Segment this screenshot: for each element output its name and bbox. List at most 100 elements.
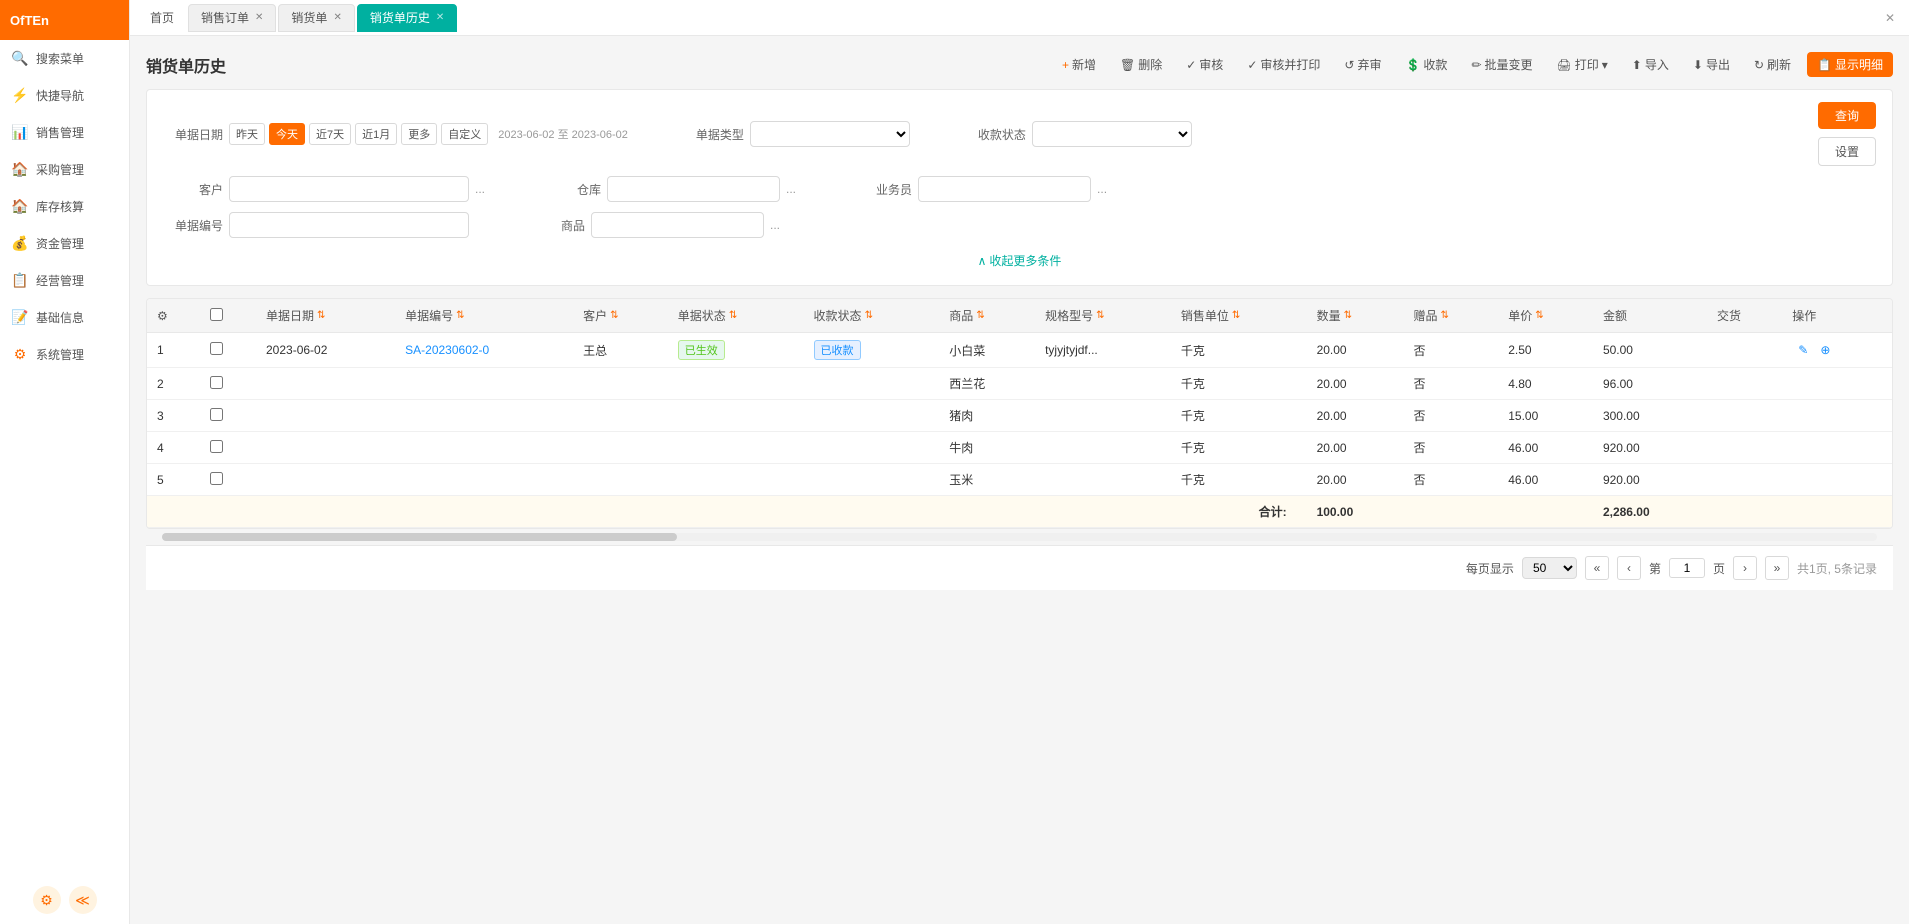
tab-close-icon[interactable]: ✕ [255, 12, 263, 23]
search-icon: 🔍 [12, 51, 28, 67]
tab-sales-history[interactable]: 销货单历史 ✕ [357, 4, 457, 32]
copy-op-btn[interactable]: ⊕ [1814, 341, 1836, 359]
delete-btn[interactable]: 🗑 删除 [1112, 52, 1170, 77]
td-gear: 2 [147, 368, 200, 400]
row-checkbox[interactable] [210, 472, 223, 485]
audit-print-btn[interactable]: ✓ 审核并打印 [1239, 52, 1328, 77]
date-btn-1month[interactable]: 近1月 [355, 123, 397, 145]
finance-icon: 💰 [12, 236, 28, 252]
gear-icon[interactable]: ⚙ [157, 309, 168, 323]
row-checkbox[interactable] [210, 408, 223, 421]
doc-no-input[interactable] [229, 212, 469, 238]
table-row: 5 玉米 千克 20.00 否 46.00 920.00 [147, 464, 1892, 496]
setting-btn[interactable]: 设置 [1818, 137, 1876, 166]
collect-btn[interactable]: 💲 收款 [1397, 52, 1455, 77]
edit-op-btn[interactable]: ✎ [1792, 341, 1814, 359]
abandon-btn[interactable]: ↺ 弃审 [1336, 52, 1389, 77]
td-qty: 20.00 [1307, 368, 1404, 400]
collapse-btn[interactable]: ∧ 收起更多条件 [163, 248, 1876, 273]
tab-close-icon[interactable]: ✕ [436, 12, 444, 23]
customer-input[interactable] [229, 176, 469, 202]
sidebar-item-inventory[interactable]: 🏠 库存核算 [0, 188, 129, 225]
page-number-input[interactable] [1669, 558, 1705, 578]
th-date[interactable]: 单据日期⇅ [256, 299, 395, 333]
operations-icon: 📋 [12, 273, 28, 289]
tab-sales-delivery[interactable]: 销货单 ✕ [278, 4, 354, 32]
tab-home[interactable]: 首页 [138, 4, 186, 32]
select-all-checkbox[interactable] [210, 308, 223, 321]
td-product: 西兰花 [939, 368, 1035, 400]
row-checkbox[interactable] [210, 376, 223, 389]
show-detail-btn[interactable]: 📋 显示明细 [1807, 52, 1893, 77]
sidebar-item-sales-mgmt[interactable]: 📊 销售管理 [0, 114, 129, 151]
sidebar-item-label: 系统管理 [36, 346, 84, 363]
th-gift[interactable]: 赠品⇅ [1404, 299, 1499, 333]
sidebar-settings-btn[interactable]: ⚙ [33, 886, 61, 914]
row-checkbox[interactable] [210, 440, 223, 453]
date-btn-today[interactable]: 今天 [269, 123, 305, 145]
product-filter: 商品 ... [525, 212, 780, 238]
sidebar-item-search[interactable]: 🔍 搜索菜单 [0, 40, 129, 77]
sidebar-item-quick-nav[interactable]: ⚡ 快捷导航 [0, 77, 129, 114]
sidebar-item-finance[interactable]: 💰 资金管理 [0, 225, 129, 262]
th-spec[interactable]: 规格型号⇅ [1035, 299, 1171, 333]
product-picker-btn[interactable]: ... [770, 218, 780, 232]
print-btn[interactable]: 🖨 打印 ▾ [1549, 52, 1616, 77]
th-price[interactable]: 单价⇅ [1498, 299, 1593, 333]
sidebar-item-system-mgmt[interactable]: ⚙ 系统管理 [0, 336, 129, 373]
sidebar-item-operations[interactable]: 📋 经营管理 [0, 262, 129, 299]
batch-change-btn[interactable]: ✏ 批量变更 [1463, 52, 1540, 77]
td-delivery [1707, 432, 1782, 464]
td-delivery [1707, 333, 1782, 368]
td-gift: 否 [1404, 333, 1499, 368]
collapse-arrow-icon: ∧ [978, 254, 987, 268]
td-gift: 否 [1404, 432, 1499, 464]
export-btn[interactable]: ⬇ 导出 [1685, 52, 1738, 77]
scrollbar-thumb[interactable] [162, 533, 677, 541]
sidebar-item-basic-info[interactable]: 📝 基础信息 [0, 299, 129, 336]
th-qty[interactable]: 数量⇅ [1307, 299, 1404, 333]
td-price: 15.00 [1498, 400, 1593, 432]
th-doc-no[interactable]: 单据编号⇅ [395, 299, 573, 333]
product-input[interactable] [591, 212, 764, 238]
filter-row-2: 客户 ... 仓库 ... 业务员 ... [163, 176, 1876, 202]
row-checkbox[interactable] [210, 342, 223, 355]
sidebar-item-label: 库存核算 [36, 198, 84, 215]
page-next-btn[interactable]: › [1733, 556, 1757, 580]
tab-close-icon[interactable]: ✕ [333, 12, 341, 23]
collect-status-label: 收款状态 [966, 126, 1026, 143]
th-product[interactable]: 商品⇅ [939, 299, 1035, 333]
page-first-btn[interactable]: « [1585, 556, 1609, 580]
page-size-select[interactable]: 50 20 100 200 [1522, 557, 1577, 579]
doc-type-select[interactable] [750, 121, 910, 147]
warehouse-input[interactable] [607, 176, 780, 202]
sidebar-collapse-btn[interactable]: ≪ [69, 886, 97, 914]
tab-sales-order[interactable]: 销售订单 ✕ [188, 4, 276, 32]
horizontal-scrollbar[interactable] [162, 533, 1877, 541]
customer-picker-btn[interactable]: ... [475, 182, 485, 196]
date-btn-custom[interactable]: 自定义 [441, 123, 488, 145]
page-last-btn[interactable]: » [1765, 556, 1789, 580]
refresh-btn[interactable]: ↻ 刷新 [1746, 52, 1799, 77]
th-doc-status[interactable]: 单据状态⇅ [668, 299, 804, 333]
import-btn[interactable]: ⬆ 导入 [1624, 52, 1677, 77]
th-collect-status[interactable]: 收款状态⇅ [804, 299, 940, 333]
date-btn-more[interactable]: 更多 [401, 123, 437, 145]
th-customer[interactable]: 客户⇅ [573, 299, 668, 333]
td-collect-status [804, 400, 940, 432]
date-btn-7days[interactable]: 近7天 [309, 123, 351, 145]
warehouse-picker-btn[interactable]: ... [786, 182, 796, 196]
doc-no-link[interactable]: SA-20230602-0 [405, 343, 489, 357]
query-btn[interactable]: 查询 [1818, 102, 1876, 129]
salesman-picker-btn[interactable]: ... [1097, 182, 1107, 196]
new-btn[interactable]: + 新增 [1054, 52, 1104, 77]
audit-btn[interactable]: ✓ 审核 [1178, 52, 1231, 77]
page-prev-btn[interactable]: ‹ [1617, 556, 1641, 580]
window-close-btn[interactable]: ✕ [1879, 9, 1901, 27]
date-btn-yesterday[interactable]: 昨天 [229, 123, 265, 145]
salesman-input[interactable] [918, 176, 1091, 202]
collect-status-select[interactable] [1032, 121, 1192, 147]
sidebar-item-purchase-mgmt[interactable]: 🏠 采购管理 [0, 151, 129, 188]
summary-label [147, 496, 256, 528]
th-unit[interactable]: 销售单位⇅ [1171, 299, 1307, 333]
